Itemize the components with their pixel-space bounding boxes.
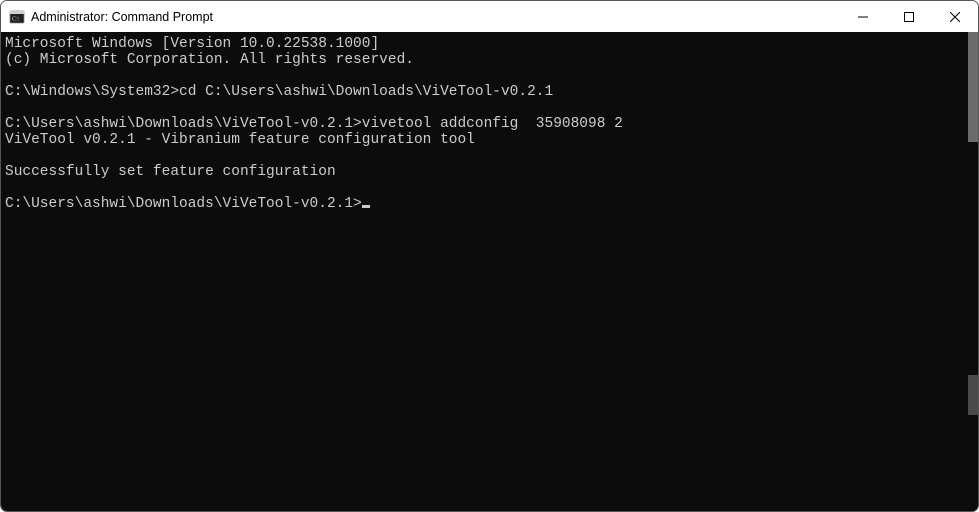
terminal-cursor xyxy=(362,205,370,208)
terminal-line: C:\Users\ashwi\Downloads\ViVeTool-v0.2.1… xyxy=(5,116,962,132)
scroll-thumb[interactable] xyxy=(968,32,978,142)
titlebar[interactable]: C:\ Administrator: Command Prompt xyxy=(1,1,978,32)
window-controls xyxy=(840,1,978,32)
svg-text:C:\: C:\ xyxy=(12,16,20,22)
terminal-line: (c) Microsoft Corporation. All rights re… xyxy=(5,52,962,68)
terminal-line xyxy=(5,100,962,116)
scrollbar[interactable] xyxy=(968,32,978,511)
terminal-line xyxy=(5,148,962,164)
terminal-prompt: C:\Users\ashwi\Downloads\ViVeTool-v0.2.1… xyxy=(5,196,362,212)
terminal-line: Successfully set feature configuration xyxy=(5,164,962,180)
cmd-icon: C:\ xyxy=(9,9,25,25)
terminal-output[interactable]: Microsoft Windows [Version 10.0.22538.10… xyxy=(1,32,968,511)
terminal-line: C:\Windows\System32>cd C:\Users\ashwi\Do… xyxy=(5,84,962,100)
command-prompt-window: C:\ Administrator: Command Prompt Micros… xyxy=(0,0,979,512)
terminal-line: ViVeTool v0.2.1 - Vibranium feature conf… xyxy=(5,132,962,148)
maximize-button[interactable] xyxy=(886,1,932,32)
close-button[interactable] xyxy=(932,1,978,32)
terminal-line xyxy=(5,68,962,84)
minimize-button[interactable] xyxy=(840,1,886,32)
terminal-line: Microsoft Windows [Version 10.0.22538.10… xyxy=(5,36,962,52)
terminal-area: Microsoft Windows [Version 10.0.22538.10… xyxy=(1,32,978,511)
terminal-prompt-line[interactable]: C:\Users\ashwi\Downloads\ViVeTool-v0.2.1… xyxy=(5,196,962,212)
scroll-thumb-secondary[interactable] xyxy=(968,375,978,415)
terminal-line xyxy=(5,180,962,196)
window-title: Administrator: Command Prompt xyxy=(31,10,840,24)
